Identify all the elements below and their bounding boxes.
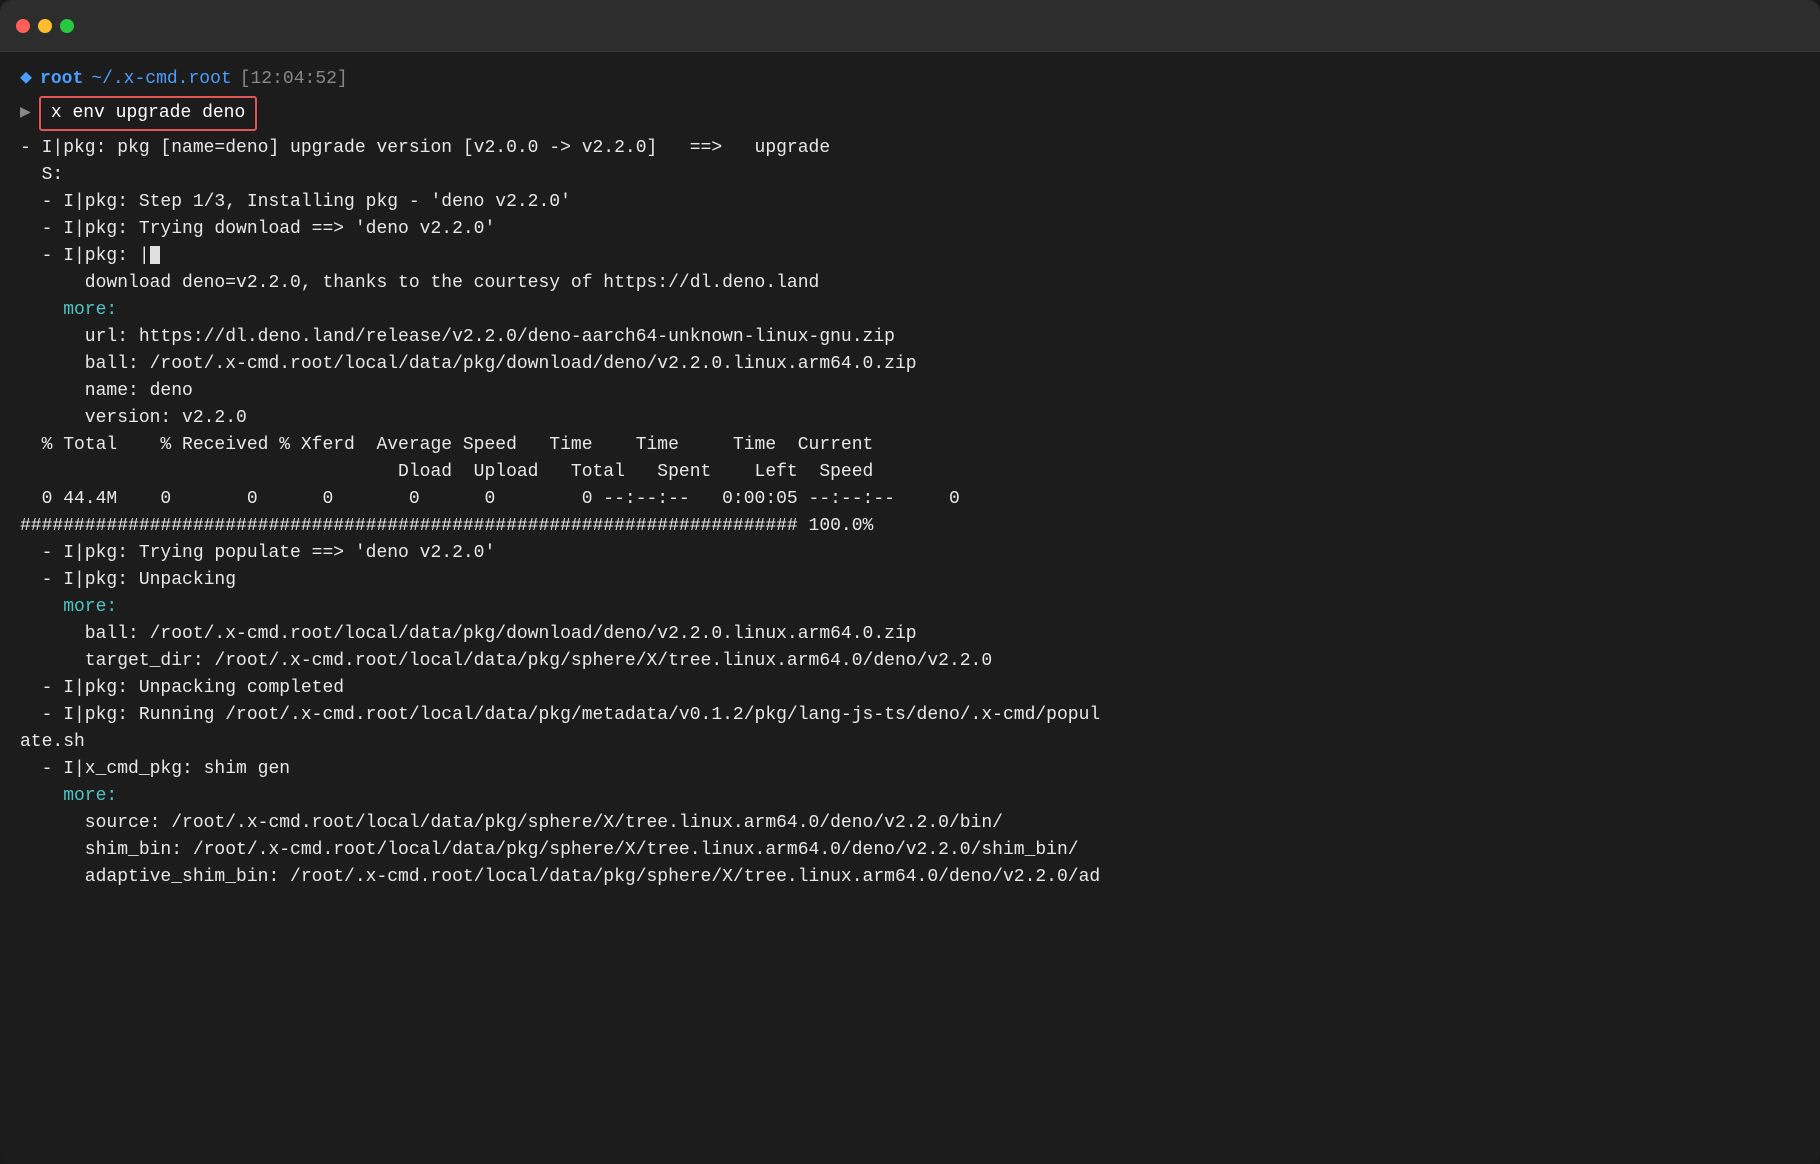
output-line: download deno=v2.2.0, thanks to the cour… <box>20 270 1800 297</box>
output-container: - I|pkg: pkg [name=deno] upgrade version… <box>20 135 1800 891</box>
output-line: target_dir: /root/.x-cmd.root/local/data… <box>20 648 1800 675</box>
command-line: ▶ x env upgrade deno <box>20 96 1800 131</box>
terminal-window: ◆ root ~/.x-cmd.root [12:04:52] ▶ x env … <box>0 0 1820 1164</box>
terminal-content[interactable]: ◆ root ~/.x-cmd.root [12:04:52] ▶ x env … <box>0 52 1820 1164</box>
output-line: - I|x_cmd_pkg: shim gen <box>20 756 1800 783</box>
output-line: Dload Upload Total Spent Left Speed <box>20 459 1800 486</box>
traffic-lights <box>16 19 74 33</box>
output-line: - I|pkg: Trying download ==> 'deno v2.2.… <box>20 216 1800 243</box>
output-line: ball: /root/.x-cmd.root/local/data/pkg/d… <box>20 351 1800 378</box>
minimize-button[interactable] <box>38 19 52 33</box>
output-line: ate.sh <box>20 729 1800 756</box>
output-line: - I|pkg: Trying populate ==> 'deno v2.2.… <box>20 540 1800 567</box>
maximize-button[interactable] <box>60 19 74 33</box>
output-line: version: v2.2.0 <box>20 405 1800 432</box>
command-arrow: ▶ <box>20 100 31 127</box>
output-line: source: /root/.x-cmd.root/local/data/pkg… <box>20 810 1800 837</box>
output-line: more: <box>20 297 1800 324</box>
prompt-icon: ◆ <box>20 64 32 94</box>
output-line: - I|pkg: Running /root/.x-cmd.root/local… <box>20 702 1800 729</box>
output-line: - I|pkg: pkg [name=deno] upgrade version… <box>20 135 1800 162</box>
cursor <box>150 246 160 264</box>
output-line: - I|pkg: Unpacking <box>20 567 1800 594</box>
output-line: S: <box>20 162 1800 189</box>
prompt-path: ~/.x-cmd.root <box>91 66 231 93</box>
output-line: - I|pkg: Step 1/3, Installing pkg - 'den… <box>20 189 1800 216</box>
prompt-line: ◆ root ~/.x-cmd.root [12:04:52] <box>20 64 1800 94</box>
prompt-user: root <box>40 66 83 93</box>
prompt-time: [12:04:52] <box>240 66 348 93</box>
output-line: % Total % Received % Xferd Average Speed… <box>20 432 1800 459</box>
command-text: x env upgrade deno <box>51 103 245 123</box>
output-line: - I|pkg: | <box>20 243 1800 270</box>
output-line: more: <box>20 594 1800 621</box>
close-button[interactable] <box>16 19 30 33</box>
output-line: ball: /root/.x-cmd.root/local/data/pkg/d… <box>20 621 1800 648</box>
output-line: adaptive_shim_bin: /root/.x-cmd.root/loc… <box>20 864 1800 891</box>
output-line: name: deno <box>20 378 1800 405</box>
output-line: more: <box>20 783 1800 810</box>
output-line: - I|pkg: Unpacking completed <box>20 675 1800 702</box>
command-box: x env upgrade deno <box>39 96 257 131</box>
titlebar <box>0 0 1820 52</box>
output-line: shim_bin: /root/.x-cmd.root/local/data/p… <box>20 837 1800 864</box>
output-line: 0 44.4M 0 0 0 0 0 0 --:--:-- 0:00:05 --:… <box>20 486 1800 513</box>
output-line: url: https://dl.deno.land/release/v2.2.0… <box>20 324 1800 351</box>
output-line: ########################################… <box>20 513 1800 540</box>
